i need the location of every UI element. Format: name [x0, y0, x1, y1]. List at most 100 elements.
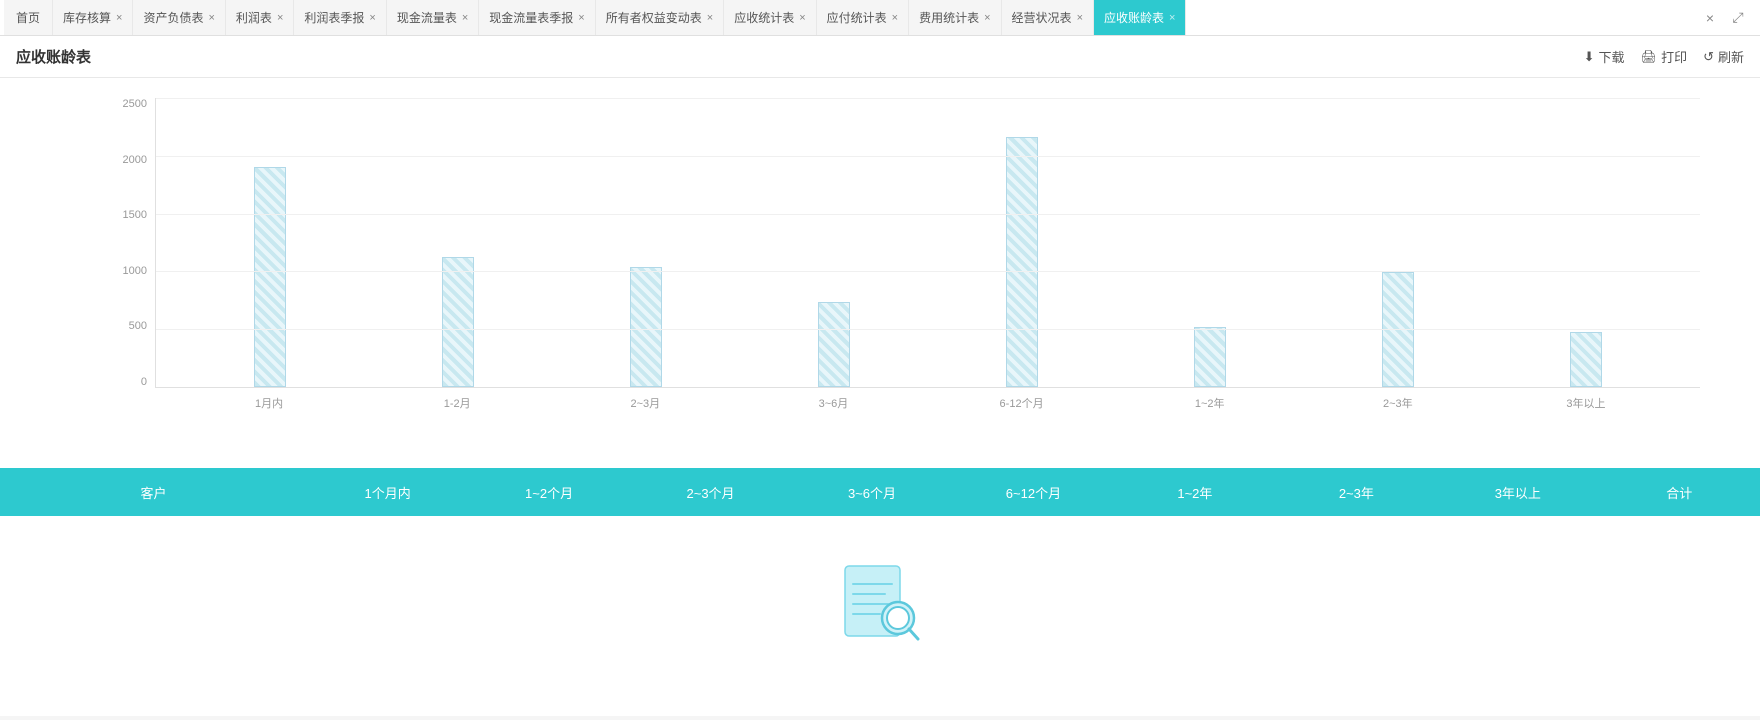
download-button[interactable]: ⬇ 下载	[1584, 47, 1625, 66]
empty-state	[0, 516, 1760, 716]
refresh-label: 刷新	[1718, 47, 1744, 66]
bar-group	[1194, 327, 1226, 387]
x-axis-label: 1~2年	[1116, 395, 1304, 411]
tab-label: 现金流量表	[397, 9, 457, 26]
table-header-cell: 3年以上	[1437, 483, 1598, 502]
tab-label: 现金流量表季报	[489, 9, 573, 26]
print-label: 打印	[1661, 47, 1687, 66]
tab-label: 库存核算	[63, 9, 111, 26]
tab-label: 经营状况表	[1012, 9, 1072, 26]
tab-close-icon[interactable]: ×	[799, 12, 805, 24]
download-icon: ⬇	[1584, 49, 1595, 65]
bar-group	[1570, 332, 1602, 387]
bar-group	[442, 257, 474, 387]
x-axis-label: 1月内	[175, 395, 363, 411]
tab-ar-stats[interactable]: 应收统计表 ×	[724, 0, 816, 36]
tab-home-label: 首页	[16, 9, 40, 26]
tab-ar-aging[interactable]: 应收账龄表 ×	[1094, 0, 1186, 36]
tab-expense[interactable]: 费用统计表 ×	[909, 0, 1001, 36]
x-axis-label: 3年以上	[1492, 395, 1680, 411]
tab-close-icon[interactable]: ×	[277, 12, 283, 24]
grid-line	[156, 271, 1700, 272]
x-axis-label: 2~3月	[551, 395, 739, 411]
refresh-icon: ↺	[1703, 49, 1714, 65]
main-content: 2500 2000 1500 1000 500 0 1月内1-2月2~3月3~6月6-12…	[0, 78, 1760, 716]
tab-cashflow-q[interactable]: 现金流量表季报 ×	[479, 0, 595, 36]
table-header-cell: 2~3个月	[630, 483, 791, 502]
page-header: 应收账龄表 ⬇ 下载 🖨 打印 ↺ 刷新	[0, 36, 1760, 78]
chart-area: 2500 2000 1500 1000 500 0 1月内1-2月2~3月3~6月6-12…	[0, 78, 1760, 468]
tab-close-icon[interactable]: ×	[578, 12, 584, 24]
chart-container: 2500 2000 1500 1000 500 0 1月内1-2月2~3月3~6月6-12…	[100, 98, 1700, 418]
chart-bar	[254, 167, 286, 387]
tab-close-icon[interactable]: ×	[462, 12, 468, 24]
tab-label: 应付统计表	[827, 9, 887, 26]
x-labels: 1月内1-2月2~3月3~6月6-12个月1~2年2~3年3年以上	[155, 388, 1700, 418]
chart-bar	[1194, 327, 1226, 387]
header-actions: ⬇ 下载 🖨 打印 ↺ 刷新	[1584, 47, 1744, 66]
tab-label: 应收账龄表	[1104, 9, 1164, 26]
tab-close-icon[interactable]: ×	[892, 12, 898, 24]
chart-bar	[442, 257, 474, 387]
tab-operations[interactable]: 经营状况表 ×	[1002, 0, 1094, 36]
tab-profit-q[interactable]: 利润表季报×	[294, 0, 386, 36]
tab-close-icon[interactable]: ×	[208, 12, 214, 24]
y-axis-label: 2500	[123, 98, 147, 110]
page-title: 应收账龄表	[16, 46, 91, 67]
tab-equity[interactable]: 所有者权益变动表 ×	[596, 0, 724, 36]
tab-inventory[interactable]: 库存核算 ×	[53, 0, 133, 36]
table-header-cell: 1~2年	[1114, 483, 1275, 502]
grid-line	[156, 329, 1700, 330]
table-header-cell: 3~6个月	[791, 483, 952, 502]
y-axis: 2500 2000 1500 1000 500 0	[100, 98, 155, 388]
tab-label: 所有者权益变动表	[606, 9, 702, 26]
grid-line	[156, 156, 1700, 157]
y-axis-label: 1000	[123, 265, 147, 277]
tab-cashflow[interactable]: 现金流量表 ×	[387, 0, 479, 36]
chart-bar	[818, 302, 850, 387]
tab-close-icon[interactable]: ×	[116, 12, 122, 24]
refresh-button[interactable]: ↺ 刷新	[1703, 47, 1744, 66]
bar-group	[630, 267, 662, 387]
tab-close-icon[interactable]: ×	[707, 12, 713, 24]
table-header-cell: 合计	[1599, 483, 1760, 502]
grid-line	[156, 214, 1700, 215]
chart-plot	[155, 98, 1700, 388]
y-axis-label: 500	[129, 320, 147, 332]
table-header-cell: 6~12个月	[953, 483, 1114, 502]
table-header-cell: 1~2个月	[468, 483, 629, 502]
chart-bar	[630, 267, 662, 387]
tab-ap-stats[interactable]: 应付统计表 ×	[817, 0, 909, 36]
tab-label: 应收统计表	[734, 9, 794, 26]
x-axis-label: 1-2月	[363, 395, 551, 411]
x-axis-label: 2~3年	[1304, 395, 1492, 411]
tab-close-icon[interactable]: ×	[369, 12, 375, 24]
window-controls: × ⤢	[1700, 8, 1756, 28]
tab-bar: 首页 库存核算×资产负债表×利润表×利润表季报×现金流量表×现金流量表季报×所有…	[0, 0, 1760, 36]
tab-balance[interactable]: 资产负债表 ×	[133, 0, 225, 36]
table-header-cell: 2~3年	[1276, 483, 1437, 502]
download-label: 下载	[1599, 47, 1625, 66]
maximize-window-button[interactable]: ⤢	[1728, 8, 1748, 28]
tab-label: 利润表	[236, 9, 272, 26]
bar-group	[818, 302, 850, 387]
y-axis-label: 2000	[123, 154, 147, 166]
tab-close-icon[interactable]: ×	[1169, 12, 1175, 24]
y-axis-label: 1500	[123, 209, 147, 221]
table-header-cell: 1个月内	[307, 483, 468, 502]
bar-group	[1006, 137, 1038, 387]
tab-label: 资产负债表	[143, 9, 203, 26]
x-axis-label: 3~6月	[739, 395, 927, 411]
tab-close-icon[interactable]: ×	[1077, 12, 1083, 24]
tab-profit[interactable]: 利润表 ×	[226, 0, 294, 36]
print-button[interactable]: 🖨 打印	[1641, 47, 1688, 66]
y-axis-label: 0	[141, 376, 147, 388]
tab-close-icon[interactable]: ×	[984, 12, 990, 24]
table-header: 客户1个月内1~2个月2~3个月3~6个月6~12个月1~2年2~3年3年以上合…	[0, 468, 1760, 516]
empty-icon	[830, 556, 930, 656]
tab-home[interactable]: 首页	[4, 0, 53, 36]
chart-bar	[1006, 137, 1038, 387]
tab-label: 费用统计表	[919, 9, 979, 26]
bar-group	[254, 167, 286, 387]
close-window-button[interactable]: ×	[1700, 8, 1720, 28]
